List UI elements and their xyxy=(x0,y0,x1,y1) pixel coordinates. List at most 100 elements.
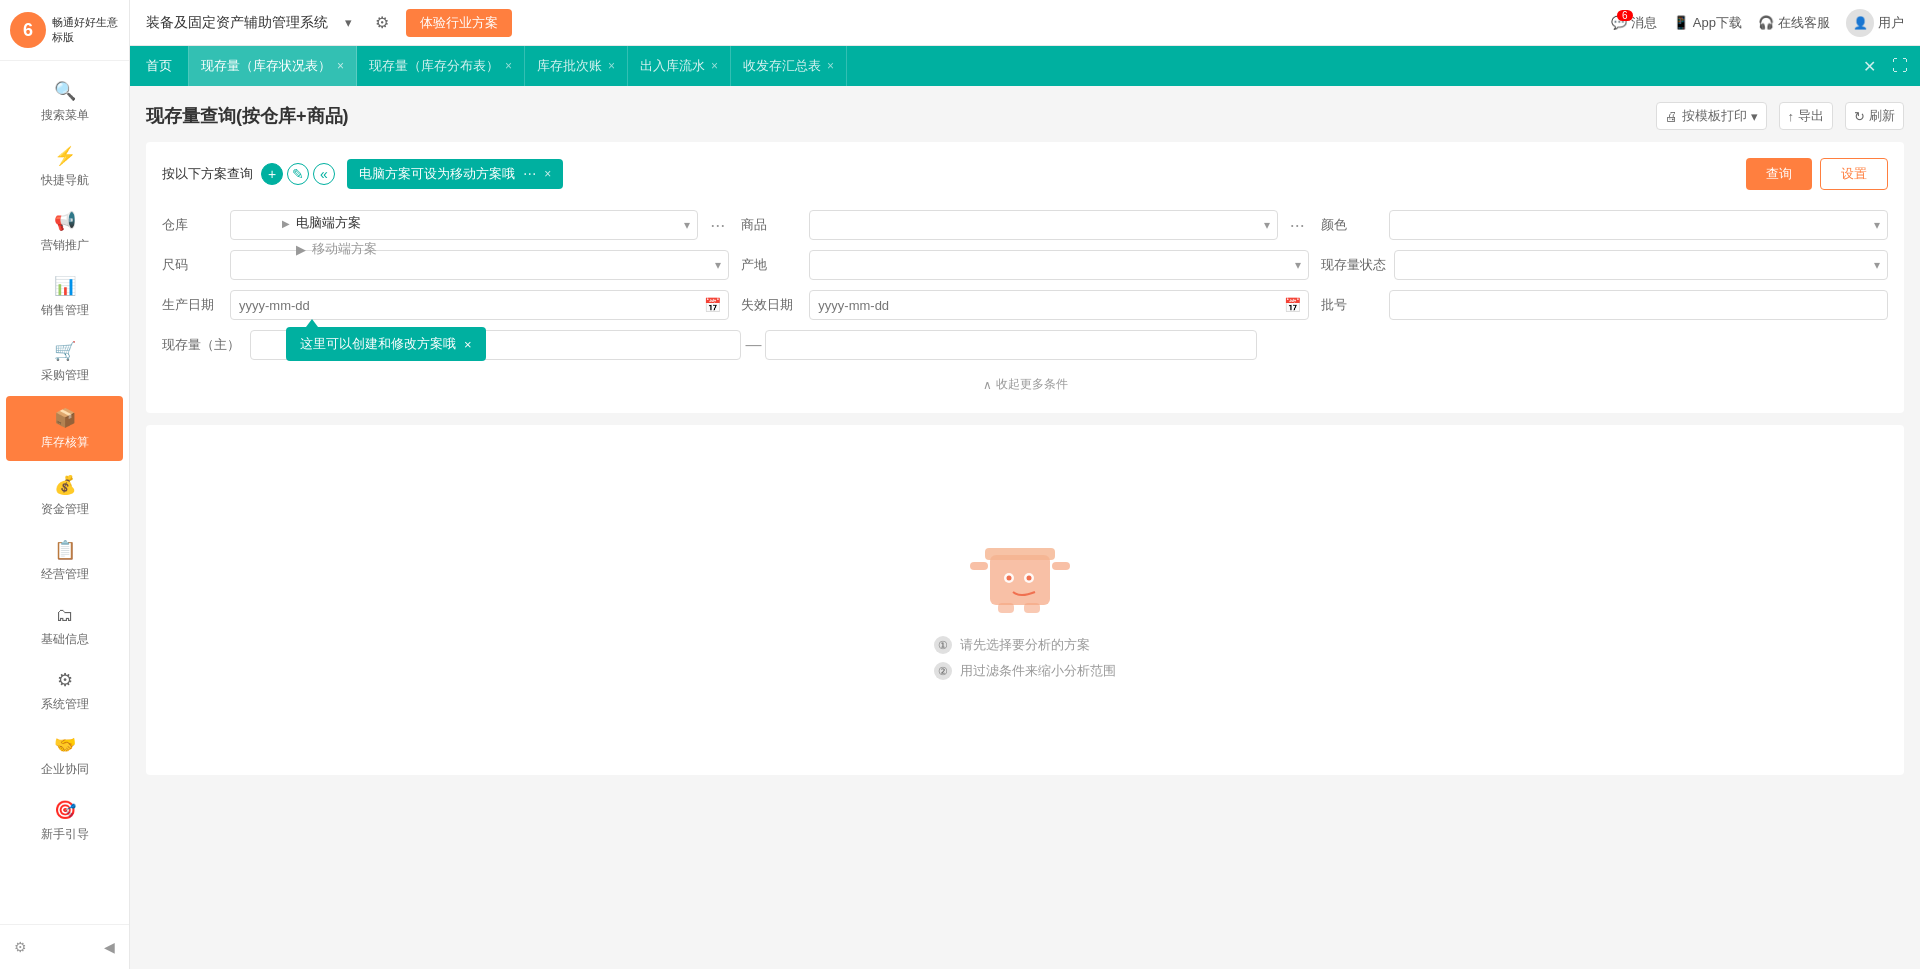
refresh-btn[interactable]: ↻ 刷新 xyxy=(1845,102,1904,130)
sidebar-item-purchase[interactable]: 🛒 采购管理 xyxy=(0,329,129,394)
size-label: 尺码 xyxy=(162,256,222,274)
sidebar-item-marketing[interactable]: 📢 营销推广 xyxy=(0,199,129,264)
goods-filter: 商品 ··· xyxy=(741,210,1308,240)
purchase-icon: 🛒 xyxy=(53,339,77,363)
expiry-date-input[interactable] xyxy=(809,290,1308,320)
origin-select[interactable] xyxy=(809,250,1308,280)
tab-close-inventory-status[interactable]: × xyxy=(337,59,344,73)
user-menu-btn[interactable]: 👤 用户 xyxy=(1846,9,1904,37)
page-header: 现存量查询(按仓库+商品) 🖨 按模板打印 ▾ ↑ 导出 ↻ 刷新 xyxy=(146,102,1904,130)
tab-close-inventory-dist[interactable]: × xyxy=(505,59,512,73)
sidebar-item-operations[interactable]: 📋 经营管理 xyxy=(0,528,129,593)
operations-icon: 📋 xyxy=(53,538,77,562)
sidebar-item-sales[interactable]: 📊 销售管理 xyxy=(0,264,129,329)
sidebar-menu: 🔍 搜索菜单 ⚡ 快捷导航 📢 营销推广 📊 销售管理 🛒 采购管理 📦 库存核… xyxy=(0,61,129,924)
tab-inventory-dist[interactable]: 现存量（库存分布表） × xyxy=(357,46,525,86)
expiry-date-calendar-icon[interactable]: 📅 xyxy=(1284,297,1301,313)
search-menu-icon: 🔍 xyxy=(53,79,77,103)
scheme-tooltip-dots[interactable]: ··· xyxy=(523,165,536,183)
system-icon: ⚙ xyxy=(53,668,77,692)
header-settings-btn[interactable]: ⚙ xyxy=(368,9,396,37)
goods-input[interactable] xyxy=(809,210,1277,240)
top-header: 装备及固定资产辅助管理系统 ▾ ⚙ 体验行业方案 💬 6 消息 📱 App下载 … xyxy=(130,0,1920,46)
export-btn[interactable]: ↑ 导出 xyxy=(1779,102,1834,130)
online-service-btn[interactable]: 🎧 在线客服 xyxy=(1758,14,1830,32)
system-dropdown-btn[interactable]: ▾ xyxy=(338,13,358,33)
message-btn[interactable]: 💬 6 消息 xyxy=(1611,14,1657,32)
create-scheme-close-btn[interactable]: × xyxy=(464,337,472,352)
origin-label: 产地 xyxy=(741,256,801,274)
finance-icon: 💰 xyxy=(53,473,77,497)
tab-close-receive-summary[interactable]: × xyxy=(827,59,834,73)
goods-dots[interactable]: ··· xyxy=(1286,215,1309,236)
sidebar: 6 畅通好好生意 标版 🔍 搜索菜单 ⚡ 快捷导航 📢 营销推广 📊 销售管理 … xyxy=(0,0,130,969)
app-download-btn[interactable]: 📱 App下载 xyxy=(1673,14,1742,32)
empty-hint-2: ② 用过滤条件来缩小分析范围 xyxy=(934,662,1116,680)
color-select[interactable] xyxy=(1389,210,1888,240)
sidebar-item-basic-info[interactable]: 🗂 基础信息 xyxy=(0,593,129,658)
production-date-calendar-icon[interactable]: 📅 xyxy=(704,297,721,313)
tab-inventory-status[interactable]: 现存量（库存状况表） × xyxy=(189,46,357,86)
empty-state: ① 请先选择要分析的方案 ② 用过滤条件来缩小分析范围 xyxy=(934,460,1116,740)
tab-home[interactable]: 首页 xyxy=(130,46,189,86)
tab-maximize-btn[interactable]: ⛶ xyxy=(1888,53,1912,79)
sidebar-collapse-btn[interactable]: ◀ xyxy=(100,935,119,959)
create-scheme-tooltip: 这里可以创建和修改方案哦 × xyxy=(286,327,486,361)
filter-back-btn[interactable]: « xyxy=(313,163,335,185)
tab-bar-actions: ✕ ⛶ xyxy=(1859,53,1920,80)
svg-rect-0 xyxy=(990,555,1050,605)
sidebar-item-system[interactable]: ⚙ 系统管理 xyxy=(0,658,129,723)
tab-bar: 首页 现存量（库存状况表） × 现存量（库存分布表） × 库存批次账 × 出入库… xyxy=(130,46,1920,86)
scheme-tooltip-close-btn[interactable]: × xyxy=(544,167,551,181)
color-filter: 颜色 xyxy=(1321,210,1888,240)
empty-text: ① 请先选择要分析的方案 ② 用过滤条件来缩小分析范围 xyxy=(934,636,1116,680)
svg-point-5 xyxy=(1027,576,1032,581)
inventory-main-max-input[interactable] xyxy=(765,330,1256,360)
collapse-bar[interactable]: ∧ 收起更多条件 xyxy=(162,368,1888,397)
sidebar-item-search-menu[interactable]: 🔍 搜索菜单 xyxy=(0,69,129,134)
scheme-tree-desktop[interactable]: ▶ 电脑端方案 xyxy=(282,210,442,236)
svg-rect-8 xyxy=(998,603,1014,613)
inventory-status-filter: 现存量状态 xyxy=(1321,250,1888,280)
filter-edit-btn[interactable]: ✎ xyxy=(287,163,309,185)
warehouse-filter: 仓库 ··· xyxy=(162,210,729,240)
tab-close-inout-flow[interactable]: × xyxy=(711,59,718,73)
search-btn[interactable]: 查询 xyxy=(1746,158,1812,190)
tab-close-batch-ledger[interactable]: × xyxy=(608,59,615,73)
batch-filter: 批号 xyxy=(1321,290,1888,320)
batch-input[interactable] xyxy=(1389,290,1888,320)
hint-2-num: ② xyxy=(934,662,952,680)
inventory-status-select[interactable] xyxy=(1394,250,1888,280)
template-print-btn[interactable]: 🖨 按模板打印 ▾ xyxy=(1656,102,1767,130)
sidebar-item-finance[interactable]: 💰 资金管理 xyxy=(0,463,129,528)
sidebar-item-tutorial[interactable]: 🎯 新手引导 xyxy=(0,788,129,853)
filter-panel: 按以下方案查询 + ✎ « 电脑方案可设为移动方案哦 ··· × ▶ 电脑端方案 xyxy=(146,142,1904,413)
page-actions: 🖨 按模板打印 ▾ ↑ 导出 ↻ 刷新 xyxy=(1656,102,1905,130)
print-dropdown-icon: ▾ xyxy=(1751,109,1758,124)
filter-add-btn[interactable]: + xyxy=(261,163,283,185)
filter-label: 按以下方案查询 xyxy=(162,165,253,183)
industry-btn[interactable]: 体验行业方案 xyxy=(406,9,512,37)
sidebar-item-quick-nav[interactable]: ⚡ 快捷导航 xyxy=(0,134,129,199)
tab-close-all-btn[interactable]: ✕ xyxy=(1859,53,1880,80)
sidebar-item-inventory[interactable]: 📦 库存核算 xyxy=(6,396,123,461)
scheme-tree-mobile[interactable]: ▶ 移动端方案 xyxy=(296,236,442,262)
reset-btn[interactable]: 设置 xyxy=(1820,158,1888,190)
sidebar-settings-btn[interactable]: ⚙ xyxy=(10,935,31,959)
production-date-input[interactable] xyxy=(230,290,729,320)
production-date-wrapper: 📅 xyxy=(230,290,729,320)
expiry-date-filter: 失效日期 📅 xyxy=(741,290,1308,320)
inventory-main-label: 现存量（主） xyxy=(162,336,242,354)
tab-receive-summary[interactable]: 收发存汇总表 × xyxy=(731,46,847,86)
scheme-tooltip: 电脑方案可设为移动方案哦 ··· × xyxy=(347,159,563,189)
hint-1-num: ① xyxy=(934,636,952,654)
message-badge: 6 xyxy=(1617,10,1633,21)
tab-batch-ledger[interactable]: 库存批次账 × xyxy=(525,46,628,86)
origin-select-wrapper xyxy=(809,250,1308,280)
sidebar-item-enterprise[interactable]: 🤝 企业协同 xyxy=(0,723,129,788)
svg-point-4 xyxy=(1007,576,1012,581)
warehouse-dots[interactable]: ··· xyxy=(706,215,729,236)
header-right: 💬 6 消息 📱 App下载 🎧 在线客服 👤 用户 xyxy=(1611,9,1904,37)
header-left: 装备及固定资产辅助管理系统 ▾ ⚙ 体验行业方案 xyxy=(146,9,512,37)
tab-inout-flow[interactable]: 出入库流水 × xyxy=(628,46,731,86)
